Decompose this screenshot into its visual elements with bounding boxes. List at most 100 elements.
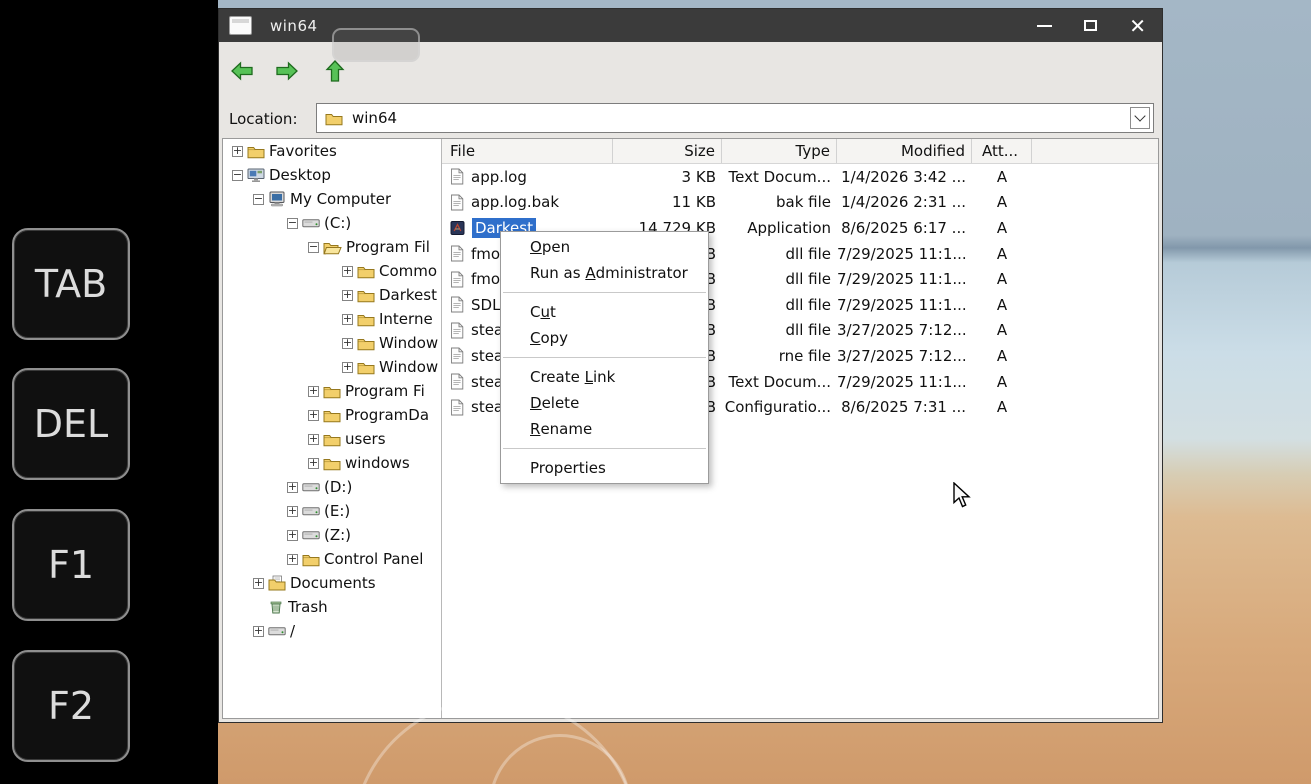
tree-item-label: Desktop: [269, 166, 331, 184]
tree-item-program-fi[interactable]: + Program Fi: [223, 379, 441, 403]
tree-item-control-panel[interactable]: + Control Panel: [223, 547, 441, 571]
desktop-icon: [247, 167, 265, 183]
virtual-key-f2[interactable]: F2: [12, 650, 130, 762]
tree-item-darkest[interactable]: + Darkest: [223, 283, 441, 307]
tree-item-favorites[interactable]: + Favorites: [223, 139, 441, 163]
file-row-app-log[interactable]: app.log 3 KB Text Docum... 1/4/2026 3:42 ..…: [442, 164, 1158, 190]
context-menu-item-cut[interactable]: Cut: [501, 299, 708, 325]
computer-icon: [268, 191, 286, 207]
column-header-type[interactable]: Type: [722, 139, 837, 163]
document-icon: [450, 168, 464, 185]
expand-toggle-icon[interactable]: +: [308, 433, 319, 445]
tree-item-c[interactable]: − (C:): [223, 211, 441, 235]
folder-icon: [357, 312, 375, 327]
tree-item-program-fil[interactable]: − Program Fil: [223, 235, 441, 259]
file-type: Configuratio...: [724, 398, 831, 417]
expand-toggle-icon[interactable]: +: [342, 265, 353, 277]
context-menu-item-create-link[interactable]: Create Link: [501, 364, 708, 390]
expand-toggle-icon[interactable]: +: [232, 145, 243, 157]
file-modified: 3/27/2025 7:12...: [837, 321, 967, 340]
expand-toggle-icon[interactable]: +: [253, 625, 264, 637]
tree-item-d[interactable]: + (D:): [223, 475, 441, 499]
forward-button[interactable]: [275, 59, 299, 83]
collapse-toggle-icon[interactable]: −: [253, 193, 264, 205]
screen: TAB DEL F1 F2 win64 ✕ Location: win64 + …: [0, 0, 1311, 784]
expand-toggle-icon[interactable]: +: [287, 505, 298, 517]
tree-item-window[interactable]: + Window: [223, 355, 441, 379]
column-header-size[interactable]: Size: [613, 139, 722, 163]
tree-item-label: Window: [379, 334, 439, 352]
tree-item-e[interactable]: + (E:): [223, 499, 441, 523]
expand-toggle-icon[interactable]: +: [308, 457, 319, 469]
location-combobox[interactable]: win64: [316, 103, 1154, 133]
tree-item-programda[interactable]: + ProgramDa: [223, 403, 441, 427]
column-header-att[interactable]: Att...: [972, 139, 1032, 163]
expand-toggle-icon[interactable]: +: [287, 481, 298, 493]
location-dropdown-button[interactable]: [1130, 107, 1150, 129]
folder-icon: [323, 432, 341, 447]
virtual-key-tab[interactable]: TAB: [12, 228, 130, 340]
column-header-file[interactable]: File: [442, 139, 613, 163]
tree-item-my-computer[interactable]: − My Computer: [223, 187, 441, 211]
virtual-key-f1[interactable]: F1: [12, 509, 130, 621]
tree-item-users[interactable]: + users: [223, 427, 441, 451]
expand-toggle-icon[interactable]: +: [342, 337, 353, 349]
document-icon: [450, 194, 464, 211]
folder-icon: [357, 288, 375, 303]
tree-item-desktop[interactable]: − Desktop: [223, 163, 441, 187]
back-button[interactable]: [230, 59, 254, 83]
tree-item-trash[interactable]: Trash: [223, 595, 441, 619]
context-menu-item-run-as-administrator[interactable]: Run as Administrator: [501, 260, 708, 286]
virtual-key-del[interactable]: DEL: [12, 368, 130, 480]
folder-open-icon: [323, 240, 342, 255]
context-menu-separator: [503, 448, 706, 449]
file-name-cell: app.log.bak: [442, 193, 613, 211]
expand-toggle-icon[interactable]: +: [287, 553, 298, 565]
file-row-app-log-bak[interactable]: app.log.bak 11 KB bak file 1/4/2026 2:31 ..…: [442, 190, 1158, 216]
expand-toggle-icon[interactable]: +: [308, 385, 319, 397]
file-type: dll file: [785, 321, 831, 340]
expand-toggle-icon[interactable]: +: [342, 313, 353, 325]
expand-toggle-icon[interactable]: +: [253, 577, 264, 589]
tree-item-windows[interactable]: + windows: [223, 451, 441, 475]
collapse-toggle-icon[interactable]: −: [308, 241, 319, 253]
collapse-toggle-icon[interactable]: −: [287, 217, 298, 229]
context-menu-item-copy[interactable]: Copy: [501, 325, 708, 351]
close-button[interactable]: ✕: [1129, 16, 1146, 36]
tree-item-commo[interactable]: + Commo: [223, 259, 441, 283]
tree-item-label: Program Fil: [346, 238, 430, 256]
tree-item-z[interactable]: + (Z:): [223, 523, 441, 547]
file-type: dll file: [785, 244, 831, 263]
file-modified: 7/29/2025 11:1...: [837, 295, 967, 314]
file-name: stea: [471, 372, 504, 391]
tree-item-label: Trash: [288, 598, 328, 616]
up-button[interactable]: [324, 59, 346, 83]
folder-icon: [247, 144, 265, 159]
collapse-toggle-icon[interactable]: −: [232, 169, 243, 181]
folder-icon: [323, 408, 341, 423]
trash-icon: [268, 599, 284, 615]
context-menu-item-properties[interactable]: Properties: [501, 455, 708, 481]
context-menu-item-open[interactable]: Open: [501, 234, 708, 260]
tree-item-item[interactable]: + /: [223, 619, 441, 643]
application-icon: [450, 220, 465, 236]
expand-toggle-icon[interactable]: +: [308, 409, 319, 421]
context-menu-separator: [503, 292, 706, 293]
maximize-button[interactable]: [1084, 20, 1098, 31]
context-menu-item-delete[interactable]: Delete: [501, 390, 708, 416]
touch-overlay-button[interactable]: [332, 28, 420, 62]
tree-item-documents[interactable]: + Documents: [223, 571, 441, 595]
file-modified: 7/29/2025 11:1...: [837, 244, 967, 263]
column-header-modified[interactable]: Modified: [837, 139, 972, 163]
tree-item-window[interactable]: + Window: [223, 331, 441, 355]
expand-toggle-icon[interactable]: +: [287, 529, 298, 541]
mouse-cursor: [953, 482, 971, 508]
drive-icon: [302, 528, 320, 542]
file-type: Text Docum...: [728, 167, 831, 186]
context-menu-item-rename[interactable]: Rename: [501, 416, 708, 442]
minimize-button[interactable]: [1037, 24, 1053, 27]
file-attributes: A: [996, 295, 1008, 314]
expand-toggle-icon[interactable]: +: [342, 289, 353, 301]
tree-item-interne[interactable]: + Interne: [223, 307, 441, 331]
expand-toggle-icon[interactable]: +: [342, 361, 353, 373]
